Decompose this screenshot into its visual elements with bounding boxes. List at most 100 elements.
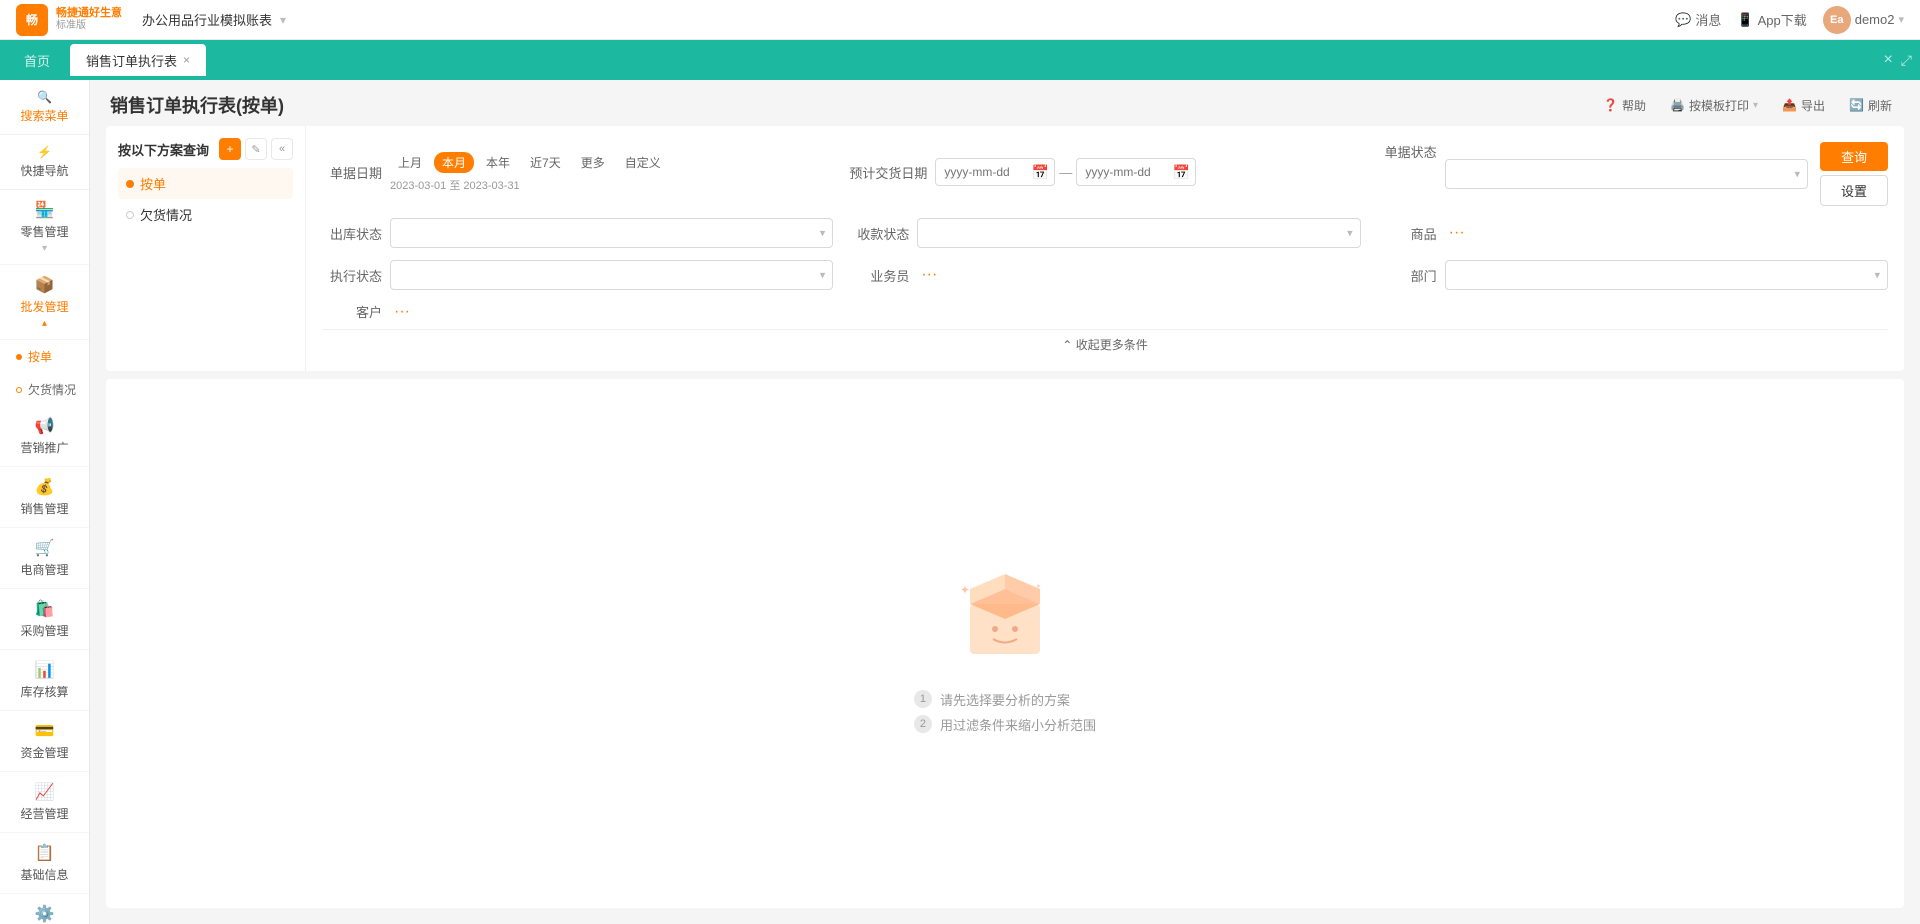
calendar-end-icon: 📅: [1173, 164, 1190, 181]
empty-illustration: ✦ ✦: [945, 554, 1065, 674]
doc-status-field: 单据状态 查询 设置: [1377, 138, 1888, 206]
receipt-status-select[interactable]: [917, 218, 1360, 248]
tab-sales-order[interactable]: 销售订单执行表 ×: [70, 44, 206, 76]
refresh-icon: 🔄: [1849, 98, 1864, 112]
topbar-right: 💬 消息 📱 App下载 Ea demo2 ▾: [1675, 6, 1904, 34]
content: 销售订单执行表(按单) ❓ 帮助 🖨️ 按模板打印 ▾ 📤 导出 🔄 刷新: [90, 80, 1920, 924]
doc-status-select-wrap: [1445, 159, 1808, 189]
product-more-btn[interactable]: ···: [1445, 224, 1888, 242]
print-btn[interactable]: 🖨️ 按模板打印 ▾: [1662, 93, 1766, 118]
sidebar-item-purchase[interactable]: 🛍️ 采购管理: [0, 589, 89, 650]
expected-date-start-wrap: 📅: [935, 158, 1055, 186]
topbar-left: 畅 畅捷通好生意 标准版 办公用品行业模拟账表 ▾: [16, 4, 286, 36]
empty-step-1: 1 请先选择要分析的方案: [914, 690, 1096, 709]
out-status-label: 出库状态: [322, 224, 382, 243]
sub-item-debt[interactable]: 欠货情况: [0, 373, 89, 406]
salesperson-more-btn[interactable]: ···: [917, 266, 1360, 284]
customer-label: 客户: [322, 302, 382, 321]
export-btn[interactable]: 📤 导出: [1774, 93, 1833, 118]
help-btn[interactable]: ❓ 帮助: [1595, 93, 1654, 118]
page-title: 销售订单执行表(按单): [110, 92, 284, 118]
sidebar-quick-nav[interactable]: ⚡ 快捷导航: [0, 135, 89, 190]
date-this-month-btn[interactable]: 本月: [434, 152, 474, 173]
scheme-actions: + ✎ «: [219, 138, 293, 160]
out-status-field: 出库状态: [322, 218, 833, 248]
messages-btn[interactable]: 💬 消息: [1675, 10, 1721, 29]
app-title: 办公用品行业模拟账表: [142, 10, 272, 29]
date-this-year-btn[interactable]: 本年: [478, 152, 518, 173]
page-header-actions: ❓ 帮助 🖨️ 按模板打印 ▾ 📤 导出 🔄 刷新: [1595, 93, 1900, 118]
date-separator: —: [1059, 165, 1072, 180]
filter-row-2: 出库状态 收款状态: [322, 218, 1888, 248]
expected-date-end-wrap: 📅: [1076, 158, 1196, 186]
step-1-num: 1: [914, 690, 932, 708]
search-icon: 🔍: [37, 90, 52, 104]
sidebar-item-ecommerce[interactable]: 🛒 电商管理: [0, 528, 89, 589]
sidebar-item-retail[interactable]: 🏪 零售管理 ▾: [0, 190, 89, 265]
wholesale-icon: 📦: [35, 275, 55, 295]
edit-scheme-btn[interactable]: ✎: [245, 138, 267, 160]
brand-subtitle: 标准版: [56, 20, 122, 32]
out-status-select[interactable]: [390, 218, 833, 248]
retail-icon: 🏪: [35, 200, 55, 220]
app-download-btn[interactable]: 📱 App下载: [1737, 10, 1806, 29]
exec-status-select[interactable]: [390, 260, 833, 290]
receipt-status-field: 收款状态: [849, 218, 1360, 248]
sales-icon: 💰: [35, 477, 55, 497]
user-menu-btn[interactable]: Ea demo2 ▾: [1823, 6, 1904, 34]
sub-item-order[interactable]: 按单: [0, 340, 89, 373]
date-custom-btn[interactable]: 自定义: [617, 152, 669, 173]
add-scheme-btn[interactable]: +: [219, 138, 241, 160]
print-icon: 🖨️: [1670, 98, 1685, 112]
scheme-item-debt[interactable]: 欠货情况: [118, 199, 293, 230]
doc-status-select[interactable]: [1445, 159, 1808, 189]
out-status-select-wrap: [390, 218, 833, 248]
sidebar-item-operations[interactable]: 📈 经营管理: [0, 772, 89, 833]
debt-dot: [16, 387, 22, 393]
sidebar-item-sales[interactable]: 💰 销售管理: [0, 467, 89, 528]
results-area: ✦ ✦ 1 请先选择要分析的方案 2 用过滤条件来缩小分析范围: [106, 379, 1904, 908]
customer-more-btn[interactable]: ···: [390, 303, 833, 321]
export-icon: 📤: [1782, 98, 1797, 112]
collapse-bar[interactable]: ⌃ 收起更多条件: [322, 329, 1888, 359]
exec-status-field: 执行状态: [322, 260, 833, 290]
tab-close-btn[interactable]: ×: [183, 53, 190, 67]
refresh-btn[interactable]: 🔄 刷新: [1841, 93, 1900, 118]
sidebar-item-inventory[interactable]: 📊 库存核算: [0, 650, 89, 711]
title-expand-icon[interactable]: ▾: [280, 13, 286, 27]
product-label: 商品: [1377, 224, 1437, 243]
tab-home[interactable]: 首页: [8, 44, 66, 76]
sidebar-item-finance[interactable]: 💳 资金管理: [0, 711, 89, 772]
collapse-scheme-btn[interactable]: «: [271, 138, 293, 160]
dept-select[interactable]: [1445, 260, 1888, 290]
query-filters: 单据日期 上月 本月 本年 近7天 更多 自定义 2023-: [306, 126, 1904, 371]
filter-row-3: 执行状态 业务员 ··· 部门: [322, 260, 1888, 290]
expected-date-inputs: 📅 — 📅: [935, 158, 1360, 186]
query-btn[interactable]: 查询: [1820, 142, 1888, 171]
sidebar: 🔍 搜索菜单 ⚡ 快捷导航 🏪 零售管理 ▾ 📦 批发管理 ▴ 按单 欠: [0, 80, 90, 924]
sidebar-item-system[interactable]: ⚙️ 系统管理: [0, 894, 89, 924]
doc-date-label: 单据日期: [322, 163, 382, 182]
help-icon: ❓: [1603, 98, 1618, 112]
date-quick-buttons: 上月 本月 本年 近7天 更多 自定义: [390, 152, 833, 173]
sidebar-item-basic[interactable]: 📋 基础信息: [0, 833, 89, 894]
maximize-window-btn[interactable]: ⤢: [1901, 52, 1912, 69]
date-recent7-btn[interactable]: 近7天: [522, 152, 569, 173]
calendar-start-icon: 📅: [1032, 164, 1049, 181]
expected-date-field: 预计交货日期 📅 — 📅: [849, 138, 1360, 206]
sidebar-item-marketing[interactable]: 📢 营销推广: [0, 406, 89, 467]
date-prev-month-btn[interactable]: 上月: [390, 152, 430, 173]
close-window-btn[interactable]: ×: [1883, 51, 1892, 69]
page-header: 销售订单执行表(按单) ❓ 帮助 🖨️ 按模板打印 ▾ 📤 导出 🔄 刷新: [90, 80, 1920, 126]
settings-btn[interactable]: 设置: [1820, 175, 1888, 206]
sidebar-search[interactable]: 🔍 搜索菜单: [0, 80, 89, 135]
svg-text:✦: ✦: [1035, 582, 1042, 591]
empty-state: ✦ ✦ 1 请先选择要分析的方案 2 用过滤条件来缩小分析范围: [914, 554, 1096, 734]
scheme-item-order[interactable]: 按单: [118, 168, 293, 199]
query-scheme-panel: 按以下方案查询 + ✎ « 按单 欠货情况: [106, 126, 306, 371]
date-more-btn[interactable]: 更多: [573, 152, 613, 173]
sidebar-item-wholesale[interactable]: 📦 批发管理 ▴: [0, 265, 89, 340]
filter-row-1: 单据日期 上月 本月 本年 近7天 更多 自定义 2023-: [322, 138, 1888, 206]
dept-label: 部门: [1377, 266, 1437, 285]
collapse-text: 收起更多条件: [1076, 338, 1148, 352]
